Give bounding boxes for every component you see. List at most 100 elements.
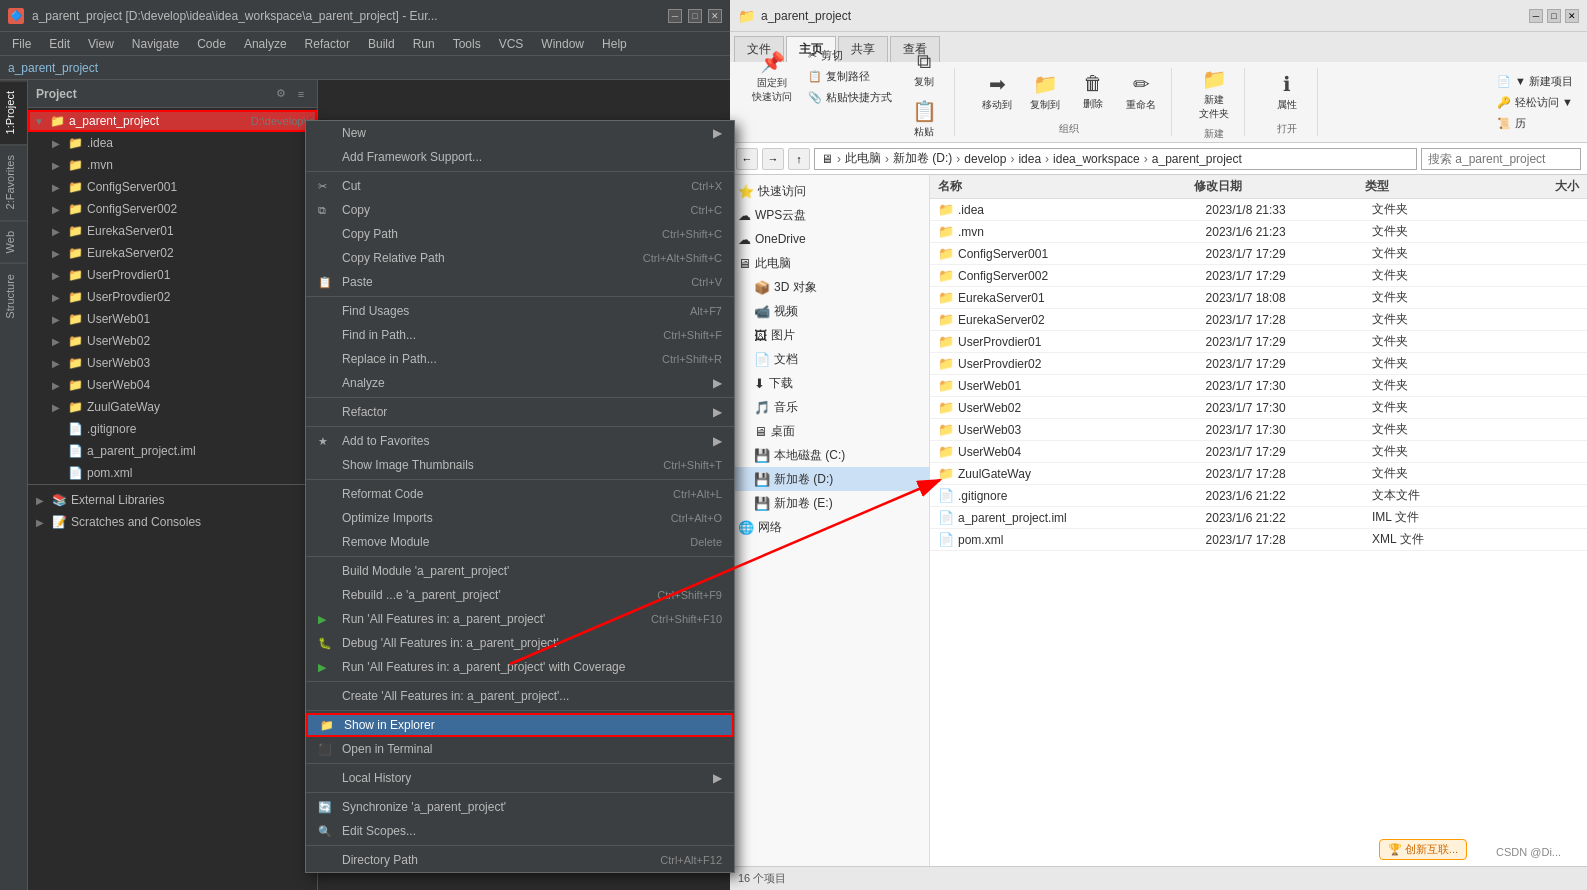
ctx-new[interactable]: New ▶: [306, 121, 734, 145]
ctx-copy[interactable]: ⧉ Copy Ctrl+C: [306, 198, 734, 222]
ctx-refactor[interactable]: Refactor ▶: [306, 400, 734, 424]
menu-tools[interactable]: Tools: [445, 35, 489, 53]
paste-button[interactable]: 📋 粘贴: [902, 95, 946, 143]
menu-file[interactable]: File: [4, 35, 39, 53]
file-row[interactable]: 📁 UserWeb02 2023/1/7 17:30 文件夹: [930, 397, 1587, 419]
menu-refactor[interactable]: Refactor: [297, 35, 358, 53]
file-row[interactable]: 📁 UserProvdier01 2023/1/7 17:29 文件夹: [930, 331, 1587, 353]
ctx-remove-module[interactable]: Remove Module Delete: [306, 530, 734, 554]
ctx-analyze[interactable]: Analyze ▶: [306, 371, 734, 395]
ctx-create-features[interactable]: Create 'All Features in: a_parent_projec…: [306, 684, 734, 708]
file-row[interactable]: 📁 EurekaServer02 2023/1/7 17:28 文件夹: [930, 309, 1587, 331]
properties-button[interactable]: ℹ 属性: [1265, 68, 1309, 116]
ctx-local-history[interactable]: Local History ▶: [306, 766, 734, 790]
ctx-show-in-explorer[interactable]: 📁 Show in Explorer: [306, 713, 734, 737]
ctx-build-module[interactable]: Build Module 'a_parent_project': [306, 559, 734, 583]
nav-documents[interactable]: 📄 文档: [730, 347, 929, 371]
ctx-edit-scopes[interactable]: 🔍 Edit Scopes...: [306, 819, 734, 843]
tree-item-eureka01[interactable]: ▶ 📁 EurekaServer01: [28, 220, 317, 242]
tree-item-userprov02[interactable]: ▶ 📁 UserProvdier02: [28, 286, 317, 308]
menu-view[interactable]: View: [80, 35, 122, 53]
nav-pictures[interactable]: 🖼 图片: [730, 323, 929, 347]
tree-item-userweb02[interactable]: ▶ 📁 UserWeb02: [28, 330, 317, 352]
ctx-find-in-path[interactable]: Find in Path... Ctrl+Shift+F: [306, 323, 734, 347]
settings-icon[interactable]: ⚙: [273, 86, 289, 102]
tree-item-iml[interactable]: 📄 a_parent_project.iml: [28, 440, 317, 462]
ctx-cut[interactable]: ✂ Cut Ctrl+X: [306, 174, 734, 198]
side-tab-project[interactable]: 1:Project: [0, 80, 27, 144]
exp-maximize[interactable]: □: [1547, 9, 1561, 23]
file-row[interactable]: 📁 EurekaServer01 2023/1/7 18:08 文件夹: [930, 287, 1587, 309]
copy-button[interactable]: ⧉ 复制: [902, 46, 946, 93]
ctx-replace-in-path[interactable]: Replace in Path... Ctrl+Shift+R: [306, 347, 734, 371]
menu-run[interactable]: Run: [405, 35, 443, 53]
ctx-reformat[interactable]: Reformat Code Ctrl+Alt+L: [306, 482, 734, 506]
ctx-open-terminal[interactable]: ⬛ Open in Terminal: [306, 737, 734, 761]
cut-button[interactable]: ✂ 剪切: [802, 46, 898, 65]
side-tab-structure[interactable]: Structure: [0, 263, 27, 329]
file-row[interactable]: 📁 .mvn 2023/1/6 21:23 文件夹: [930, 221, 1587, 243]
nav-computer[interactable]: 🖥 此电脑: [730, 251, 929, 275]
ctx-paste[interactable]: 📋 Paste Ctrl+V: [306, 270, 734, 294]
tree-item-eureka02[interactable]: ▶ 📁 EurekaServer02: [28, 242, 317, 264]
tree-item-configserver002[interactable]: ▶ 📁 ConfigServer002: [28, 198, 317, 220]
menu-navigate[interactable]: Navigate: [124, 35, 187, 53]
delete-button[interactable]: 🗑 删除: [1071, 68, 1115, 116]
menu-window[interactable]: Window: [533, 35, 592, 53]
ctx-optimize[interactable]: Optimize Imports Ctrl+Alt+O: [306, 506, 734, 530]
side-tab-favorites[interactable]: 2:Favorites: [0, 144, 27, 219]
nav-3d[interactable]: 📦 3D 对象: [730, 275, 929, 299]
file-row[interactable]: 📁 ConfigServer001 2023/1/7 17:29 文件夹: [930, 243, 1587, 265]
ctx-show-thumbnails[interactable]: Show Image Thumbnails Ctrl+Shift+T: [306, 453, 734, 477]
menu-analyze[interactable]: Analyze: [236, 35, 295, 53]
close-button[interactable]: ✕: [708, 9, 722, 23]
file-row[interactable]: 📄 .gitignore 2023/1/6 21:22 文本文件: [930, 485, 1587, 507]
gear-icon[interactable]: ≡: [293, 86, 309, 102]
tree-item-configserver001[interactable]: ▶ 📁 ConfigServer001: [28, 176, 317, 198]
copy-path-button[interactable]: 📋 复制路径: [802, 67, 898, 86]
file-row[interactable]: 📁 UserWeb04 2023/1/7 17:29 文件夹: [930, 441, 1587, 463]
ctx-run-features[interactable]: ▶ Run 'All Features in: a_parent_project…: [306, 607, 734, 631]
new-folder-button[interactable]: 📁 新建文件夹: [1192, 63, 1236, 125]
exp-close[interactable]: ✕: [1565, 9, 1579, 23]
tree-item-pom[interactable]: 📄 pom.xml: [28, 462, 317, 484]
ctx-add-favorites[interactable]: ★ Add to Favorites ▶: [306, 429, 734, 453]
address-path[interactable]: 🖥 › 此电脑 › 新加卷 (D:) › develop › idea › id…: [814, 148, 1417, 170]
tree-item-userprov01[interactable]: ▶ 📁 UserProvdier01: [28, 264, 317, 286]
history-button[interactable]: 📜 历: [1491, 114, 1579, 133]
tree-item-userweb04[interactable]: ▶ 📁 UserWeb04: [28, 374, 317, 396]
paste-shortcut-button[interactable]: 📎 粘贴快捷方式: [802, 88, 898, 107]
tree-item-mvn[interactable]: ▶ 📁 .mvn: [28, 154, 317, 176]
new-project-button[interactable]: 📄 ▼ 新建项目: [1491, 72, 1579, 91]
file-row[interactable]: 📁 ZuulGateWay 2023/1/7 17:28 文件夹: [930, 463, 1587, 485]
maximize-button[interactable]: □: [688, 9, 702, 23]
menu-edit[interactable]: Edit: [41, 35, 78, 53]
file-row[interactable]: 📄 pom.xml 2023/1/7 17:28 XML 文件: [930, 529, 1587, 551]
nav-drive-d[interactable]: 💾 新加卷 (D:): [730, 467, 929, 491]
copy-to-button[interactable]: 📁 复制到: [1023, 68, 1067, 116]
breadcrumb-item[interactable]: a_parent_project: [8, 61, 98, 75]
file-row[interactable]: 📁 .idea 2023/1/8 21:33 文件夹: [930, 199, 1587, 221]
ctx-copy-path[interactable]: Copy Path Ctrl+Shift+C: [306, 222, 734, 246]
exp-minimize[interactable]: ─: [1529, 9, 1543, 23]
nav-downloads[interactable]: ⬇ 下载: [730, 371, 929, 395]
tree-item-scratches[interactable]: ▶ 📝 Scratches and Consoles: [28, 511, 317, 533]
nav-network[interactable]: 🌐 网络: [730, 515, 929, 539]
forward-button[interactable]: →: [762, 148, 784, 170]
ctx-directory-path[interactable]: Directory Path Ctrl+Alt+F12: [306, 848, 734, 872]
file-row[interactable]: 📁 UserWeb01 2023/1/7 17:30 文件夹: [930, 375, 1587, 397]
pin-to-quickaccess-button[interactable]: 📌 固定到快速访问: [746, 46, 798, 108]
tree-item-userweb03[interactable]: ▶ 📁 UserWeb03: [28, 352, 317, 374]
move-to-button[interactable]: ➡ 移动到: [975, 68, 1019, 116]
nav-desktop[interactable]: 🖥 桌面: [730, 419, 929, 443]
tree-item-external-libs[interactable]: ▶ 📚 External Libraries: [28, 489, 317, 511]
nav-onedrive[interactable]: ☁ OneDrive: [730, 227, 929, 251]
nav-wps[interactable]: ☁ WPS云盘: [730, 203, 929, 227]
nav-quickaccess[interactable]: ⭐ 快速访问: [730, 179, 929, 203]
ctx-copy-relative-path[interactable]: Copy Relative Path Ctrl+Alt+Shift+C: [306, 246, 734, 270]
ctx-synchronize[interactable]: 🔄 Synchronize 'a_parent_project': [306, 795, 734, 819]
easy-access-button[interactable]: 🔑 轻松访问 ▼: [1491, 93, 1579, 112]
file-row[interactable]: 📁 ConfigServer002 2023/1/7 17:29 文件夹: [930, 265, 1587, 287]
menu-code[interactable]: Code: [189, 35, 234, 53]
nav-video[interactable]: 📹 视频: [730, 299, 929, 323]
